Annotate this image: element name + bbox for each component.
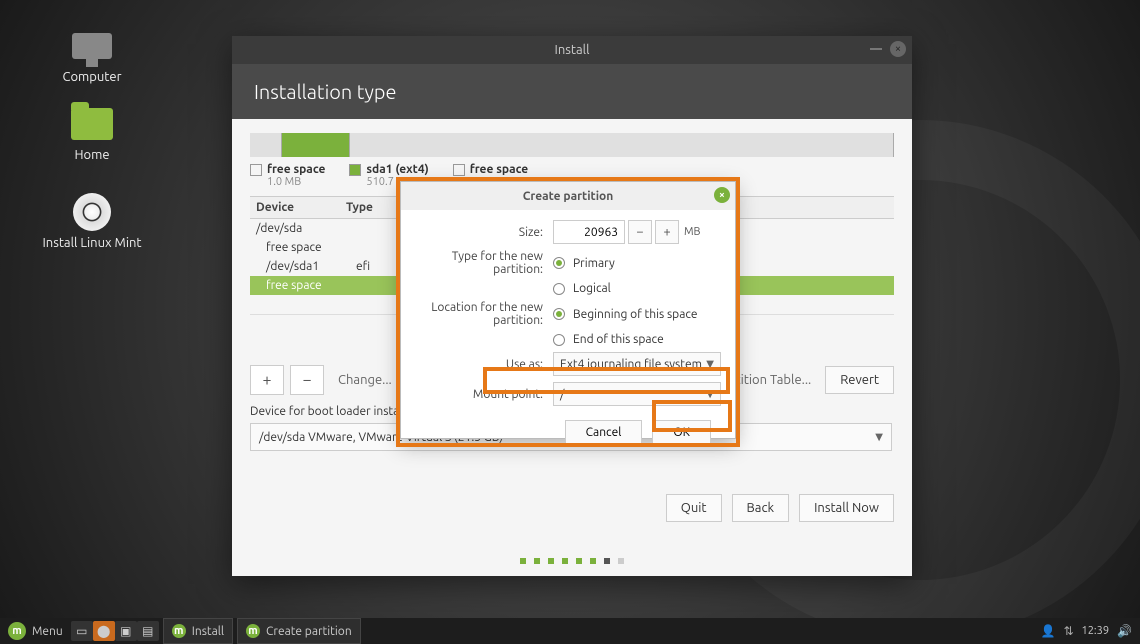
revert-button[interactable]: Revert — [825, 366, 894, 394]
close-icon[interactable]: × — [890, 41, 906, 57]
files-icon[interactable]: ▤ — [137, 621, 159, 641]
ok-button[interactable]: OK — [652, 420, 711, 445]
desktop-icon-install[interactable]: Install Linux Mint — [42, 192, 142, 250]
back-button[interactable]: Back — [732, 494, 790, 522]
desktop-icon-home[interactable]: Home — [42, 104, 142, 162]
mount-point-label: Mount point: — [413, 388, 553, 401]
square-icon — [250, 164, 262, 176]
terminal-icon[interactable]: ▣ — [115, 621, 137, 641]
desktop-icon-label: Computer — [42, 70, 142, 84]
square-icon — [453, 164, 465, 176]
radio-beginning[interactable] — [553, 308, 565, 320]
chevron-down-icon: ▼ — [706, 358, 714, 370]
size-label: Size: — [413, 226, 553, 239]
folder-icon — [71, 108, 113, 140]
menu-button[interactable]: m Menu — [0, 618, 71, 644]
clock[interactable]: 12:39 — [1082, 625, 1110, 637]
change-button[interactable]: Change... — [330, 367, 400, 393]
desktop-icon-label: Install Linux Mint — [42, 236, 142, 250]
mint-logo-icon: m — [8, 622, 26, 640]
network-icon[interactable]: ⇅ — [1063, 624, 1073, 638]
taskbar-task[interactable]: m Install — [163, 618, 233, 644]
progress-dots — [232, 558, 912, 564]
dialog-title[interactable]: Create partition × — [401, 182, 735, 210]
install-now-button[interactable]: Install Now — [799, 494, 894, 522]
page-title: Installation type — [232, 64, 912, 119]
taskbar: m Menu ▭ ⬤ ▣ ▤ m Install m Create partit… — [0, 618, 1140, 644]
chevron-down-icon: ▼ — [875, 431, 883, 443]
radio-logical[interactable] — [553, 283, 565, 295]
firefox-icon[interactable]: ⬤ — [93, 621, 115, 641]
remove-partition-button[interactable]: − — [290, 365, 324, 395]
radio-end[interactable] — [553, 334, 565, 346]
desktop-icon-computer[interactable]: Computer — [42, 26, 142, 84]
mint-logo-icon: m — [172, 624, 186, 638]
user-icon[interactable]: 👤 — [1041, 624, 1056, 638]
cancel-button[interactable]: Cancel — [565, 420, 643, 445]
use-as-label: Use as: — [413, 358, 553, 371]
size-input[interactable] — [553, 220, 625, 244]
taskbar-task[interactable]: m Create partition — [237, 618, 361, 644]
size-increment-button[interactable]: + — [655, 220, 679, 244]
desktop-icon-label: Home — [42, 148, 142, 162]
use-as-select[interactable]: Ext4 journaling file system▼ — [553, 352, 721, 376]
radio-primary[interactable] — [553, 257, 565, 269]
show-desktop-button[interactable]: ▭ — [71, 621, 93, 641]
create-partition-dialog: Create partition × Size: − + MB Type for… — [400, 181, 736, 439]
volume-icon[interactable]: 🔊 — [1117, 624, 1132, 638]
computer-icon — [72, 33, 112, 59]
disc-icon — [73, 193, 111, 231]
size-unit: MB — [684, 226, 701, 238]
mint-logo-icon: m — [246, 624, 260, 638]
location-label: Location for the new partition: — [413, 301, 553, 327]
chevron-down-icon: ▼ — [706, 388, 714, 400]
minimize-icon[interactable] — [870, 48, 882, 50]
desktop: Computer Home Install Linux Mint Install… — [0, 0, 1140, 618]
square-icon — [349, 164, 361, 176]
type-label: Type for the new partition: — [413, 250, 553, 276]
mount-point-select[interactable]: /▼ — [553, 382, 721, 406]
disk-usage-bar — [250, 133, 894, 157]
system-tray: 👤 ⇅ 12:39 🔊 — [1041, 624, 1140, 638]
add-partition-button[interactable]: + — [250, 365, 284, 395]
size-decrement-button[interactable]: − — [628, 220, 652, 244]
quit-button[interactable]: Quit — [666, 494, 722, 522]
window-title: Install — [555, 43, 590, 57]
titlebar[interactable]: Install × — [232, 36, 912, 64]
close-icon[interactable]: × — [714, 187, 730, 203]
